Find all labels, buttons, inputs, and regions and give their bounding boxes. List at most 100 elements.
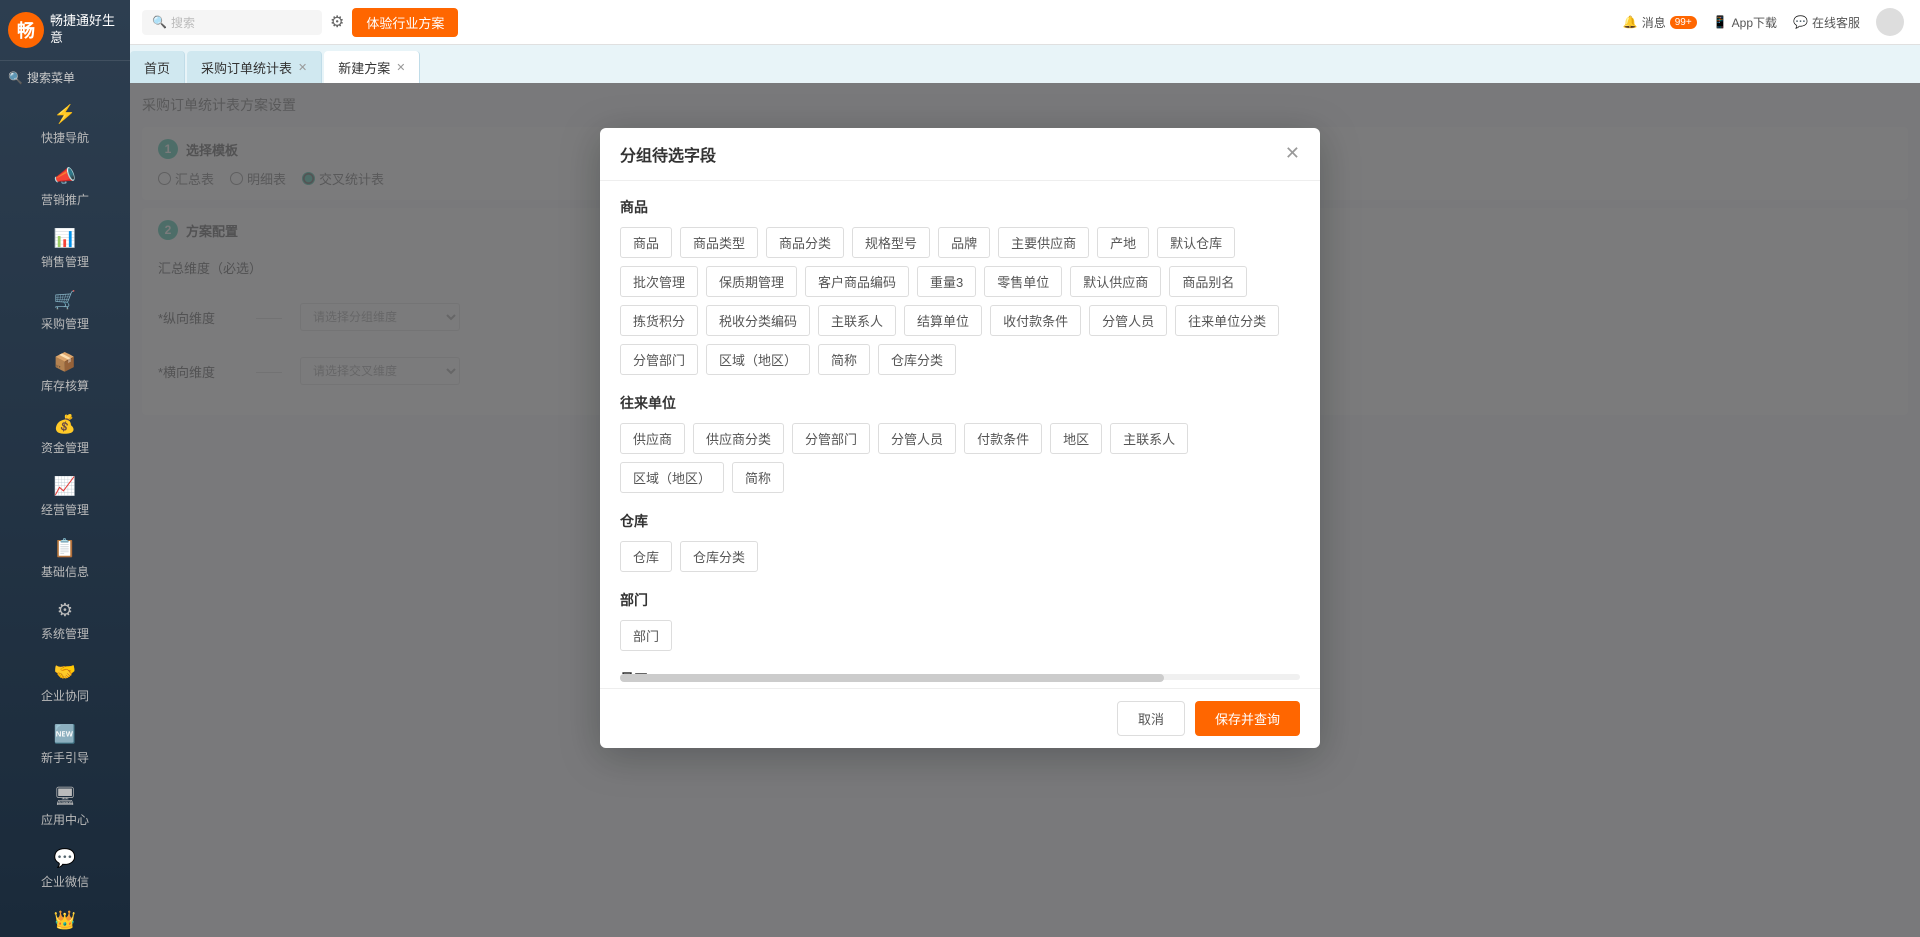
field-tag[interactable]: 主联系人 bbox=[1110, 423, 1188, 454]
field-tag[interactable]: 仓库分类 bbox=[680, 541, 758, 572]
sidebar-item-label: 库存核算 bbox=[41, 377, 89, 394]
sidebar-item-app-center[interactable]: 🖥 应用中心 bbox=[0, 776, 130, 838]
sidebar-search-item[interactable]: 🔍 搜索菜单 bbox=[0, 61, 130, 94]
search-icon: 🔍 bbox=[8, 71, 23, 85]
field-tag[interactable]: 分管部门 bbox=[620, 344, 698, 375]
field-tag[interactable]: 供应商 bbox=[620, 423, 685, 454]
field-tag[interactable]: 供应商分类 bbox=[693, 423, 784, 454]
field-tag[interactable]: 分管部门 bbox=[792, 423, 870, 454]
sidebar-item-label: 快捷导航 bbox=[41, 129, 89, 146]
field-tag[interactable]: 重量3 bbox=[917, 266, 976, 297]
vip-icon: 👑 bbox=[54, 910, 76, 931]
field-tag[interactable]: 保质期管理 bbox=[706, 266, 797, 297]
field-tag[interactable]: 批次管理 bbox=[620, 266, 698, 297]
section-department: 部门 部门 bbox=[620, 590, 1300, 651]
service-icon: 💬 bbox=[1793, 15, 1808, 29]
sidebar-item-sales[interactable]: 📊 销售管理 bbox=[0, 218, 130, 280]
trial-btn[interactable]: 体验行业方案 bbox=[352, 8, 458, 37]
app-download-item[interactable]: 📱 App下载 bbox=[1713, 14, 1777, 31]
field-select-modal: 分组待选字段 ✕ 商品 商品 商品类型 商品分类 规格型号 品牌 主要供应商 产… bbox=[600, 128, 1320, 748]
field-tag[interactable]: 主联系人 bbox=[818, 305, 896, 336]
user-avatar[interactable] bbox=[1876, 8, 1904, 36]
header-settings-icon[interactable]: ⚙ bbox=[330, 12, 344, 32]
logo-icon: 畅 bbox=[8, 12, 44, 48]
field-tag[interactable]: 拣货积分 bbox=[620, 305, 698, 336]
goods-field-tags: 商品 商品类型 商品分类 规格型号 品牌 主要供应商 产地 默认仓库 批次管理 … bbox=[620, 227, 1300, 375]
field-tag[interactable]: 分管人员 bbox=[878, 423, 956, 454]
sidebar-item-label: 基础信息 bbox=[41, 563, 89, 580]
sidebar-item-system[interactable]: ⚙ 系统管理 bbox=[0, 590, 130, 652]
field-tag[interactable]: 零售单位 bbox=[984, 266, 1062, 297]
section-department-title: 部门 bbox=[620, 590, 1300, 610]
section-goods-title: 商品 bbox=[620, 197, 1300, 217]
notification-item[interactable]: 🔔 消息 99+ bbox=[1623, 14, 1697, 31]
cancel-button[interactable]: 取消 bbox=[1117, 701, 1185, 736]
field-tag[interactable]: 默认供应商 bbox=[1070, 266, 1161, 297]
field-tag[interactable]: 简称 bbox=[818, 344, 870, 375]
field-tag[interactable]: 商品类型 bbox=[680, 227, 758, 258]
section-warehouse-title: 仓库 bbox=[620, 511, 1300, 531]
header-search[interactable]: 🔍 搜索 bbox=[142, 10, 322, 35]
field-tag[interactable]: 付款条件 bbox=[964, 423, 1042, 454]
tab-purchase-label: 采购订单统计表 bbox=[201, 58, 292, 77]
field-tag[interactable]: 收付款条件 bbox=[990, 305, 1081, 336]
modal-footer: 取消 保存并查询 bbox=[600, 688, 1320, 748]
tab-new-plan[interactable]: 新建方案 ✕ bbox=[324, 51, 420, 83]
tab-home[interactable]: 首页 bbox=[130, 51, 185, 83]
modal-title: 分组待选字段 bbox=[620, 142, 716, 166]
field-tag[interactable]: 商品别名 bbox=[1169, 266, 1247, 297]
modal-hscrollbar[interactable] bbox=[620, 674, 1300, 680]
tab-purchase-close[interactable]: ✕ bbox=[298, 61, 307, 74]
field-tag[interactable]: 仓库 bbox=[620, 541, 672, 572]
field-tag[interactable]: 区域（地区） bbox=[620, 462, 724, 493]
sidebar-item-inventory[interactable]: 📦 库存核算 bbox=[0, 342, 130, 404]
field-tag[interactable]: 部门 bbox=[620, 620, 672, 651]
sidebar-item-marketing[interactable]: 📣 营销推广 bbox=[0, 156, 130, 218]
sidebar-item-operations[interactable]: 📈 经营管理 bbox=[0, 466, 130, 528]
tab-purchase-stats[interactable]: 采购订单统计表 ✕ bbox=[187, 51, 322, 83]
field-tag[interactable]: 简称 bbox=[732, 462, 784, 493]
field-tag[interactable]: 商品分类 bbox=[766, 227, 844, 258]
sidebar-item-finance[interactable]: 💰 资金管理 bbox=[0, 404, 130, 466]
sidebar-item-label: 应用中心 bbox=[41, 811, 89, 828]
sidebar: 畅 畅捷通好生意 🔍 搜索菜单 ⚡ 快捷导航 📣 营销推广 📊 销售管理 🛒 采… bbox=[0, 0, 130, 937]
sidebar-item-purchase[interactable]: 🛒 采购管理 bbox=[0, 280, 130, 342]
finance-icon: 💰 bbox=[54, 414, 76, 435]
field-tag[interactable]: 默认仓库 bbox=[1157, 227, 1235, 258]
field-tag[interactable]: 主要供应商 bbox=[998, 227, 1089, 258]
logo-text: 畅捷通好生意 bbox=[50, 13, 122, 47]
sidebar-search-label: 搜索菜单 bbox=[27, 69, 75, 86]
search-icon: 🔍 bbox=[152, 15, 167, 29]
warehouse-field-tags: 仓库 仓库分类 bbox=[620, 541, 1300, 572]
sidebar-item-basics[interactable]: 📋 基础信息 bbox=[0, 528, 130, 590]
modal-close-button[interactable]: ✕ bbox=[1285, 143, 1300, 164]
field-tag[interactable]: 品牌 bbox=[938, 227, 990, 258]
sidebar-item-vip[interactable]: 👑 畅会员 bbox=[0, 900, 130, 937]
field-tag[interactable]: 往来单位分类 bbox=[1175, 305, 1279, 336]
header-right: 🔔 消息 99+ 📱 App下载 💬 在线客服 bbox=[1607, 8, 1920, 36]
field-tag[interactable]: 客户商品编码 bbox=[805, 266, 909, 297]
guide-icon: 🆕 bbox=[54, 724, 76, 745]
confirm-button[interactable]: 保存并查询 bbox=[1195, 701, 1300, 736]
field-tag[interactable]: 商品 bbox=[620, 227, 672, 258]
tab-new-plan-close[interactable]: ✕ bbox=[396, 61, 405, 74]
field-tag[interactable]: 税收分类编码 bbox=[706, 305, 810, 336]
sidebar-item-collab[interactable]: 🤝 企业协同 bbox=[0, 652, 130, 714]
sidebar-item-label: 新手引导 bbox=[41, 749, 89, 766]
app-download-label: App下载 bbox=[1732, 14, 1777, 31]
sidebar-item-wechat[interactable]: 💬 企业微信 bbox=[0, 838, 130, 900]
field-tag[interactable]: 地区 bbox=[1050, 423, 1102, 454]
sidebar-item-quick-nav[interactable]: ⚡ 快捷导航 bbox=[0, 94, 130, 156]
field-tag[interactable]: 分管人员 bbox=[1089, 305, 1167, 336]
partner-field-tags: 供应商 供应商分类 分管部门 分管人员 付款条件 地区 主联系人 区域（地区） … bbox=[620, 423, 1300, 493]
field-tag[interactable]: 规格型号 bbox=[852, 227, 930, 258]
field-tag[interactable]: 结算单位 bbox=[904, 305, 982, 336]
field-tag[interactable]: 区域（地区） bbox=[706, 344, 810, 375]
sidebar-item-guide[interactable]: 🆕 新手引导 bbox=[0, 714, 130, 776]
field-tag[interactable]: 仓库分类 bbox=[878, 344, 956, 375]
field-tag[interactable]: 产地 bbox=[1097, 227, 1149, 258]
sidebar-item-label: 企业微信 bbox=[41, 873, 89, 890]
sales-icon: 📊 bbox=[54, 228, 76, 249]
online-service-item[interactable]: 💬 在线客服 bbox=[1793, 14, 1860, 31]
online-service-label: 在线客服 bbox=[1812, 14, 1860, 31]
